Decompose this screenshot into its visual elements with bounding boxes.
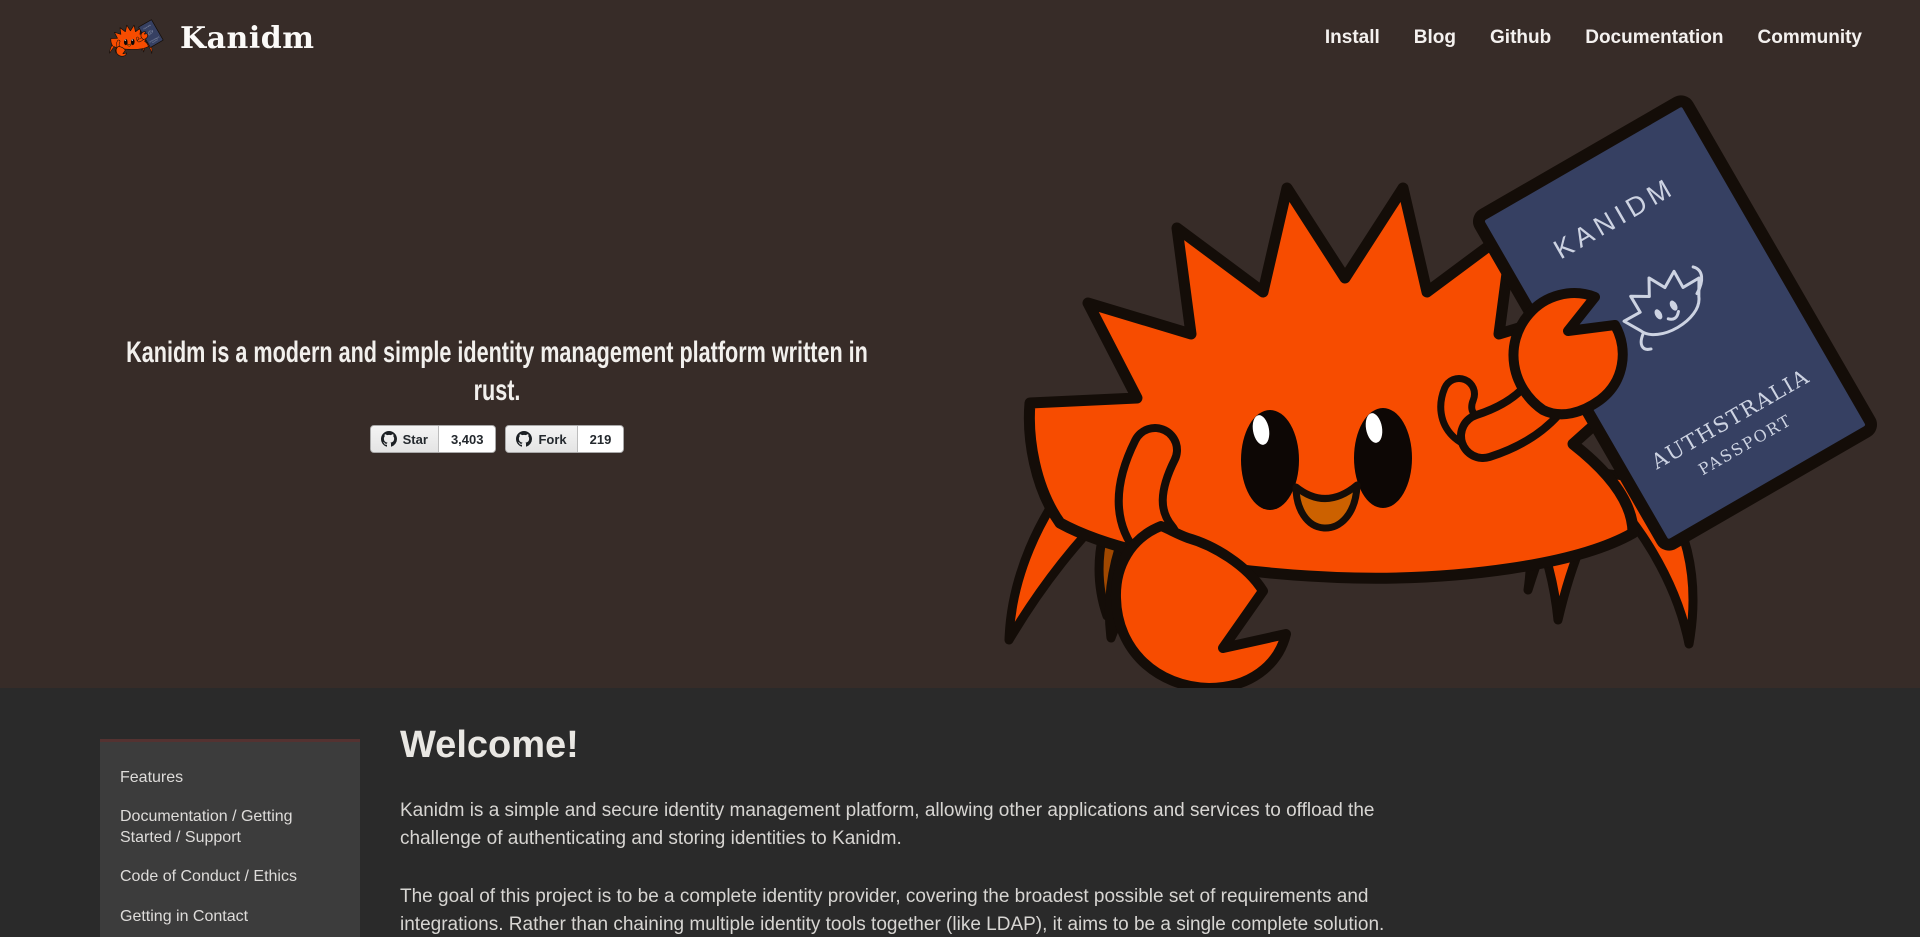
nav-link-github[interactable]: Github — [1490, 27, 1551, 49]
sidebar-item-getting-in-contact[interactable]: Getting in Contact — [120, 907, 342, 927]
sidebar: Features Documentation / Getting Started… — [100, 739, 360, 937]
github-octocat-icon — [381, 431, 397, 447]
goal-paragraph: The goal of this project is to be a comp… — [400, 886, 1385, 936]
star-count: 3,403 — [438, 426, 496, 453]
top-navbar: Kanidm Install Blog Github Documentation… — [0, 0, 1920, 76]
star-label: Star — [402, 431, 428, 447]
fork-count: 219 — [577, 426, 624, 453]
nav-links: Install Blog Github Documentation Commun… — [1325, 27, 1862, 49]
brand[interactable]: Kanidm — [108, 19, 314, 57]
github-fork-button[interactable]: Fork 219 — [505, 425, 625, 454]
github-buttons-row: Star 3,403 Fork 219 — [0, 425, 1107, 454]
fork-label: Fork — [538, 431, 567, 447]
intro-paragraph: Kanidm is a simple and secure identity m… — [400, 800, 1375, 850]
github-octocat-icon — [516, 431, 532, 447]
kanidm-crab-logo-icon — [108, 19, 164, 57]
kanidm-homepage: Kanidm Install Blog Github Documentation… — [0, 0, 1920, 937]
sidebar-item-documentation[interactable]: Documentation / Getting Started / Suppor… — [120, 807, 342, 848]
star-label-segment: Star — [370, 426, 439, 453]
crab-mascot-illustration — [985, 88, 1885, 688]
brand-name: Kanidm — [180, 20, 315, 56]
hero-section: Kanidm Install Blog Github Documentation… — [0, 0, 1920, 688]
sidebar-item-features[interactable]: Features — [120, 768, 342, 788]
page-title: Welcome! — [400, 724, 579, 766]
hero-headline-line2: rust. — [473, 374, 521, 408]
fork-label-segment: Fork — [506, 426, 578, 453]
nav-link-install[interactable]: Install — [1325, 27, 1380, 49]
nav-link-documentation[interactable]: Documentation — [1585, 27, 1723, 49]
nav-link-blog[interactable]: Blog — [1414, 27, 1456, 49]
main-content: Welcome! Kanidm is a simple and secure i… — [400, 724, 1460, 937]
github-star-button[interactable]: Star 3,403 — [369, 425, 497, 454]
hero-headline-line1: Kanidm is a modern and simple identity m… — [126, 336, 868, 369]
welcome-section: Features Documentation / Getting Started… — [0, 688, 1920, 937]
sidebar-item-code-of-conduct[interactable]: Code of Conduct / Ethics — [120, 867, 342, 887]
hero-headline: Kanidm is a modern and simple identity m… — [58, 334, 936, 410]
nav-link-community[interactable]: Community — [1758, 27, 1863, 49]
hero-copy: Kanidm is a modern and simple identity m… — [0, 334, 1107, 454]
